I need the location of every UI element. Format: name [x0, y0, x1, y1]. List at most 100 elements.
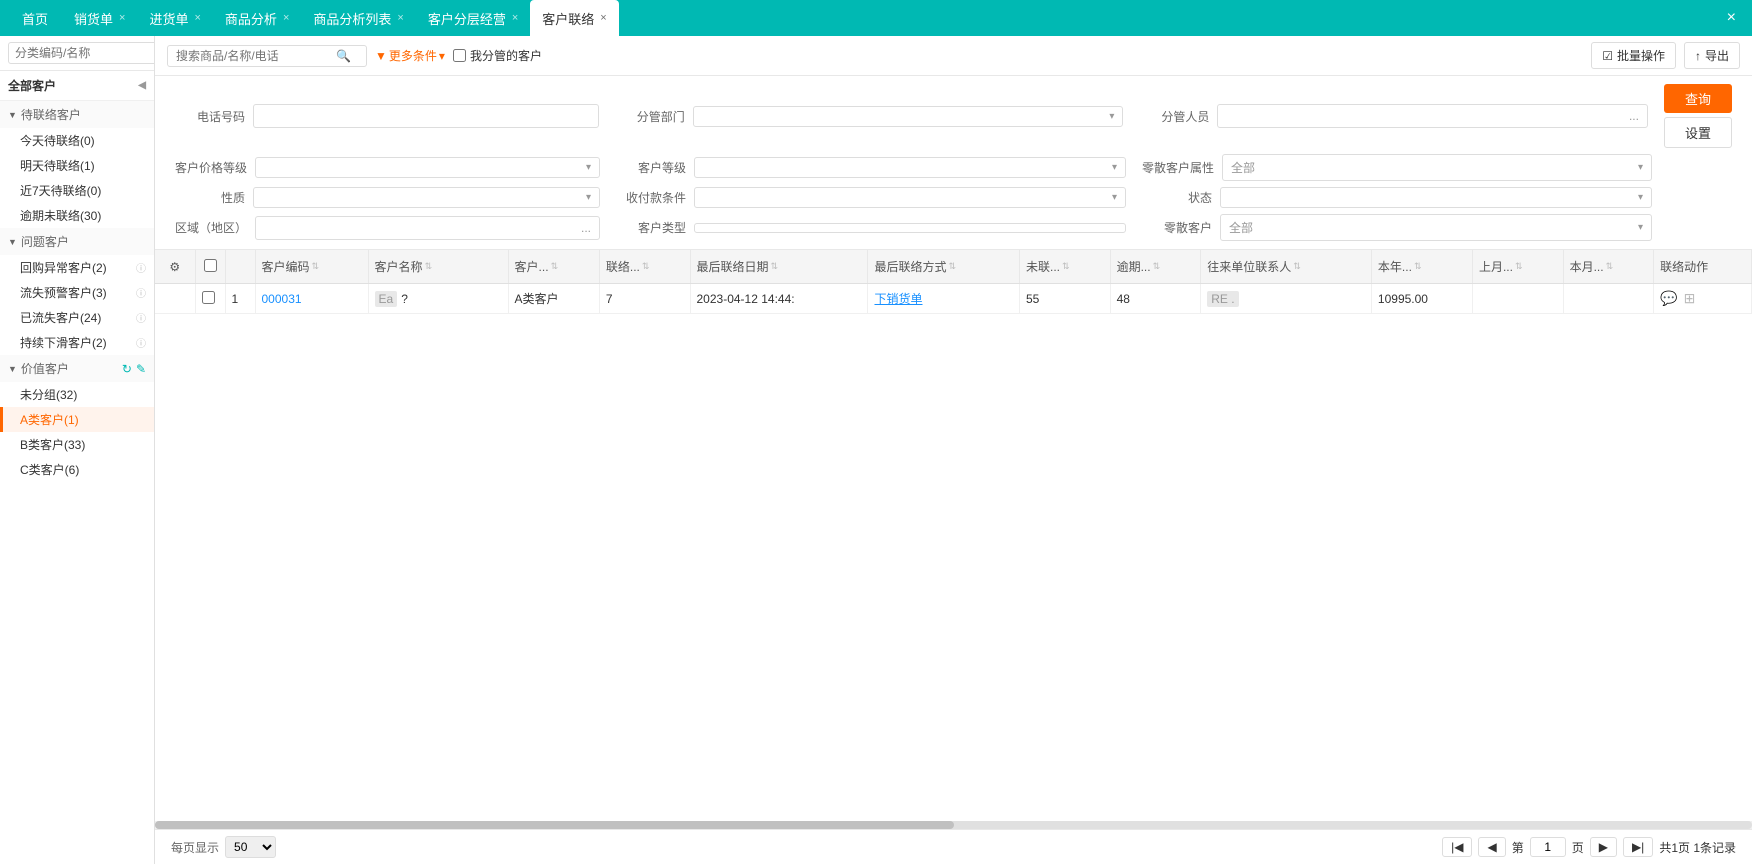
row-name[interactable]: Ea?: [368, 284, 508, 314]
col-unit-contact[interactable]: 往来单位联系人⇅: [1201, 250, 1372, 284]
nav-tab-4[interactable]: 客户分层经营 ×: [416, 0, 530, 36]
payment-select[interactable]: ▾: [694, 187, 1126, 208]
sidebar-item-7days[interactable]: 近7天待联络(0): [0, 178, 154, 203]
col-name[interactable]: 客户名称⇅: [368, 250, 508, 284]
first-page-button[interactable]: |◀: [1442, 837, 1472, 857]
row-last-method[interactable]: 下销货单: [868, 284, 1020, 314]
col-uncontacted[interactable]: 未联...⇅: [1019, 250, 1110, 284]
info-icon-4: ⓘ: [136, 335, 146, 350]
nav-home[interactable]: 首页: [8, 0, 62, 36]
all-customers-header[interactable]: 全部客户 ◀: [0, 71, 154, 101]
close-tab-3[interactable]: ×: [397, 12, 403, 24]
page-total-label: 页: [1572, 839, 1584, 856]
select-all-checkbox[interactable]: [204, 259, 217, 272]
nature-select[interactable]: ▾: [253, 187, 600, 208]
sidebar-item-class-c[interactable]: C类客户(6): [0, 457, 154, 482]
last-page-button[interactable]: ▶|: [1623, 837, 1653, 857]
settings-button[interactable]: 设置: [1664, 117, 1732, 148]
row-action: 💬 ⊞: [1654, 284, 1752, 314]
dept-select[interactable]: ▾: [693, 106, 1124, 127]
sidebar-search-input[interactable]: [8, 42, 155, 64]
action-grid-icon[interactable]: ⊞: [1684, 290, 1696, 307]
col-last-month[interactable]: 上月...⇅: [1472, 250, 1563, 284]
sidebar-item-today[interactable]: 今天待联络(0): [0, 128, 154, 153]
sidebar-item-overdue[interactable]: 逾期未联络(30): [0, 203, 154, 228]
close-tab-1[interactable]: ×: [194, 12, 200, 24]
manager-select[interactable]: ...: [1217, 104, 1648, 128]
close-tab-0[interactable]: ×: [119, 12, 125, 24]
more-filters-btn[interactable]: ▼ 更多条件 ▾: [375, 47, 445, 64]
row-last-date: 2023-04-12 14:44:: [690, 284, 868, 314]
cust-type-input[interactable]: [694, 223, 1126, 233]
row-check[interactable]: [202, 291, 215, 304]
refresh-icon[interactable]: ↻: [122, 362, 132, 376]
per-page-select[interactable]: 50 100 200: [225, 836, 276, 858]
col-contact-count[interactable]: 联络...⇅: [599, 250, 690, 284]
nav-tab-1[interactable]: 进货单 ×: [137, 0, 212, 36]
col-last-date[interactable]: 最后联络日期⇅: [690, 250, 868, 284]
prev-page-button[interactable]: ◀: [1478, 837, 1505, 857]
price-level-select[interactable]: ▾: [255, 157, 600, 178]
my-customers-check[interactable]: [453, 49, 466, 62]
horizontal-scrollbar[interactable]: [155, 821, 1752, 829]
batch-operation-button[interactable]: ☑ 批量操作: [1591, 42, 1676, 69]
group-problem-customers[interactable]: ▼ 问题客户: [0, 228, 154, 255]
filter-search-icon[interactable]: 🔍: [336, 49, 351, 63]
filter-search-input[interactable]: [176, 49, 336, 63]
sidebar-item-class-b[interactable]: B类客户(33): [0, 432, 154, 457]
per-page-info: 每页显示 50 100 200: [171, 836, 276, 858]
customer-table: ⚙ 客户编码⇅ 客户名称⇅ 客户...⇅: [155, 250, 1752, 314]
action-chat-icon[interactable]: 💬: [1660, 290, 1677, 307]
sidebar-item-loss-warning[interactable]: 流失预警客户(3) ⓘ: [0, 280, 154, 305]
col-code[interactable]: 客户编码⇅: [255, 250, 368, 284]
nav-tab-0[interactable]: 销货单 ×: [62, 0, 137, 36]
status-arrow-icon: ▾: [1638, 192, 1643, 203]
scroll-thumb[interactable]: [155, 821, 954, 829]
col-this-year[interactable]: 本年...⇅: [1371, 250, 1472, 284]
sidebar-item-tomorrow[interactable]: 明天待联络(1): [0, 153, 154, 178]
row-settings: [155, 284, 195, 314]
row-code[interactable]: 000031: [255, 284, 368, 314]
group-value-customers[interactable]: ▼ 价值客户 ↻ ✎: [0, 355, 154, 382]
cust-level-select[interactable]: ▾: [694, 157, 1126, 178]
region-select[interactable]: ...: [255, 216, 600, 240]
close-tab-4[interactable]: ×: [512, 12, 518, 24]
next-page-button[interactable]: ▶: [1590, 837, 1617, 857]
export-button[interactable]: ↑ 导出: [1684, 42, 1740, 69]
window-close-button[interactable]: ×: [1719, 9, 1744, 27]
col-settings[interactable]: ⚙: [155, 250, 195, 284]
sidebar-content: 全部客户 ◀ ▼ 待联络客户 今天待联络(0) 明天待联络(1) 近7天待联络(…: [0, 71, 154, 864]
col-checkbox[interactable]: [195, 250, 225, 284]
my-customers-checkbox[interactable]: 我分管的客户: [453, 47, 542, 64]
col-overdue[interactable]: 逾期...⇅: [1110, 250, 1201, 284]
edit-icon[interactable]: ✎: [136, 362, 146, 376]
row-checkbox[interactable]: [195, 284, 225, 314]
sidebar-item-ungrouped[interactable]: 未分组(32): [0, 382, 154, 407]
filter-row-2: 客户价格等级 ▾ 客户等级 ▾ 零散客户属性 全部: [167, 154, 1740, 181]
nav-tab-2[interactable]: 商品分析 ×: [213, 0, 301, 36]
sidebar-collapse-btn[interactable]: ◀: [138, 80, 146, 91]
filter-row-1: 电话号码 分管部门 ▾ 分管人员 ...: [167, 84, 1740, 148]
close-tab-2[interactable]: ×: [283, 12, 289, 24]
sidebar-item-lost-customers[interactable]: 已流失客户(24) ⓘ: [0, 305, 154, 330]
status-select[interactable]: ▾: [1220, 187, 1652, 208]
query-button[interactable]: 查询: [1664, 84, 1732, 113]
filter-row-3: 性质 ▾ 收付款条件 ▾ 状态: [167, 187, 1740, 208]
sidebar-item-class-a[interactable]: A类客户(1): [0, 407, 154, 432]
cust-type-label: 客户类型: [616, 219, 686, 236]
sidebar-item-declining[interactable]: 持续下滑客户(2) ⓘ: [0, 330, 154, 355]
settings-icon[interactable]: ⚙: [169, 260, 180, 274]
col-last-method[interactable]: 最后联络方式⇅: [868, 250, 1020, 284]
group-pending-contact[interactable]: ▼ 待联络客户: [0, 101, 154, 128]
retail-attr-select[interactable]: 全部 ▾: [1222, 154, 1652, 181]
phone-input[interactable]: [253, 104, 599, 128]
nav-tab-3[interactable]: 商品分析列表 ×: [301, 0, 415, 36]
page-number-input[interactable]: [1530, 837, 1566, 857]
col-this-month[interactable]: 本月...⇅: [1563, 250, 1654, 284]
sidebar-item-repurchase-anomaly[interactable]: 回购异常客户(2) ⓘ: [0, 255, 154, 280]
row-this-month: [1563, 284, 1654, 314]
retail-cust-select[interactable]: 全部 ▾: [1220, 214, 1652, 241]
nav-tab-5[interactable]: 客户联络 ×: [530, 0, 618, 36]
close-tab-5[interactable]: ×: [600, 12, 606, 24]
col-type[interactable]: 客户...⇅: [508, 250, 599, 284]
